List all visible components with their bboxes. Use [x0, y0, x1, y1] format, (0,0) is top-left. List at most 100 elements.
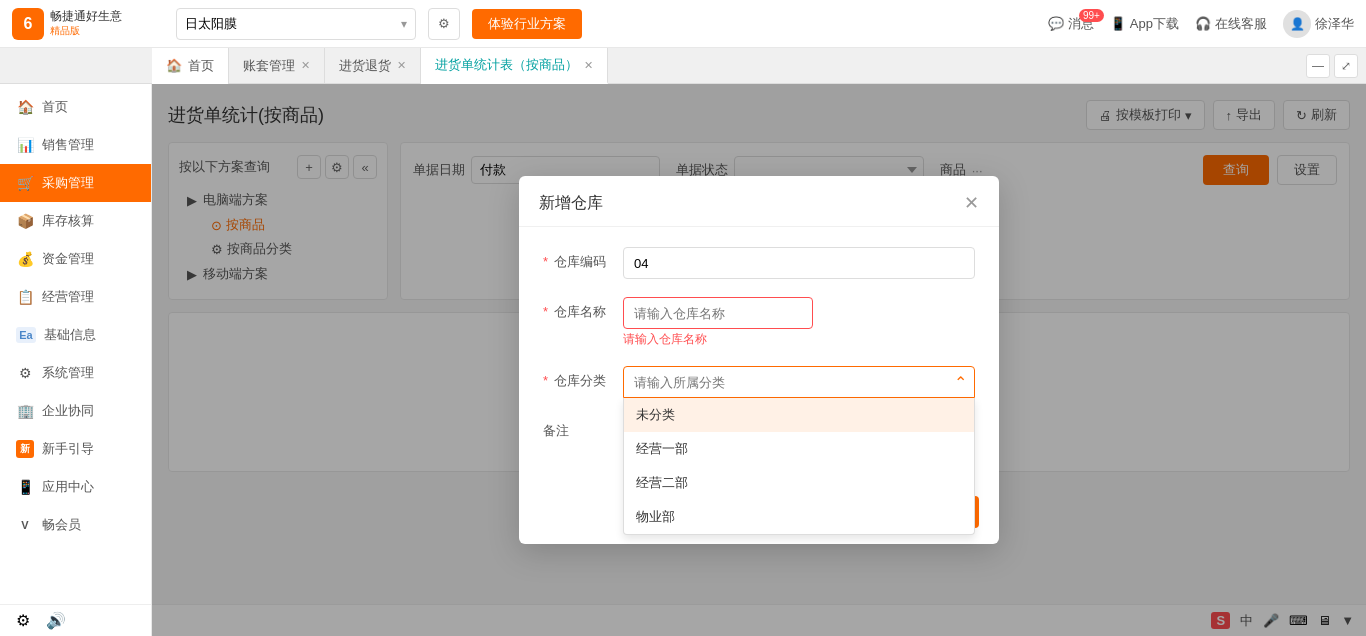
sidebar-item-purchase[interactable]: 🛒 采购管理 — [0, 164, 151, 202]
gear-button[interactable]: ⚙ — [428, 8, 460, 40]
app-icon: 📱 — [16, 478, 34, 496]
sidebar-item-basic[interactable]: Ea 基础信息 — [0, 316, 151, 354]
code-row: * 仓库编码 — [543, 247, 975, 279]
category-input[interactable] — [623, 366, 975, 398]
name-input[interactable] — [623, 297, 813, 329]
search-input[interactable] — [185, 16, 397, 31]
sidebar-item-sales[interactable]: 📊 销售管理 — [0, 126, 151, 164]
user-profile-button[interactable]: 👤 徐泽华 — [1283, 10, 1354, 38]
top-bar: 6 畅捷通好生意 精品版 ▾ ⚙ 体验行业方案 💬 消息 99+ 📱 App下载… — [0, 0, 1366, 48]
sidebar: 🏠 首页 📊 销售管理 🛒 采购管理 📦 库存核算 💰 资金管理 📋 经营管理 … — [0, 84, 152, 636]
finance-icon: 💰 — [16, 250, 34, 268]
dropdown-item-uncategorized[interactable]: 未分类 — [624, 398, 974, 432]
logo-name: 畅捷通好生意 — [50, 9, 122, 25]
home-icon: 🏠 — [166, 58, 182, 73]
sidebar-basic-label: 基础信息 — [44, 326, 96, 344]
headset-icon: 🎧 — [1195, 16, 1211, 31]
message-icon: 💬 — [1048, 16, 1064, 31]
tab-account-close[interactable]: ✕ — [301, 59, 310, 72]
modal-close-button[interactable]: ✕ — [964, 192, 979, 214]
online-service-button[interactable]: 🎧 在线客服 — [1195, 15, 1267, 33]
modal-overlay: 新增仓库 ✕ * 仓库编码 * — [152, 84, 1366, 636]
search-area[interactable]: ▾ — [176, 8, 416, 40]
logo-area: 6 畅捷通好生意 精品版 — [12, 8, 164, 40]
sidebar-item-operation[interactable]: 📋 经营管理 — [0, 278, 151, 316]
name-row: * 仓库名称 请输入仓库名称 — [543, 297, 975, 348]
content-right: 进货单统计(按商品) 🖨 按模板打印 ▾ ↑ 导出 ↻ 刷新 — [152, 84, 1366, 636]
mobile-icon: 📱 — [1110, 16, 1126, 31]
app-download-button[interactable]: 📱 App下载 — [1110, 15, 1179, 33]
sidebar-home-label: 首页 — [42, 98, 68, 116]
category-row: * 仓库分类 ⌃ 未分类 经营一部 经营二部 物业部 — [543, 366, 975, 398]
sidebar-purchase-label: 采购管理 — [42, 174, 94, 192]
tab-account[interactable]: 账套管理 ✕ — [229, 48, 325, 84]
code-label: * 仓库编码 — [543, 247, 623, 271]
home-sidebar-icon: 🏠 — [16, 98, 34, 116]
main-layout: 🏠 首页 📊 销售管理 🛒 采购管理 📦 库存核算 💰 资金管理 📋 经营管理 … — [0, 84, 1366, 636]
new-warehouse-modal: 新增仓库 ✕ * 仓库编码 * — [519, 176, 999, 544]
tab-actions: — ⤢ — [1306, 54, 1366, 78]
sidebar-item-guide[interactable]: 新 新手引导 — [0, 430, 151, 468]
member-icon: V — [16, 516, 34, 534]
tab-home[interactable]: 🏠 首页 — [152, 48, 229, 84]
modal-body: * 仓库编码 * 仓库名称 请输入仓库名称 — [519, 227, 999, 486]
tab-minimize-button[interactable]: — — [1306, 54, 1330, 78]
message-badge: 99+ — [1079, 9, 1104, 22]
purchase-icon: 🛒 — [16, 174, 34, 192]
sidebar-enterprise-label: 企业协同 — [42, 402, 94, 420]
tab-purchase-return-label: 进货退货 — [339, 57, 391, 75]
tab-home-label: 首页 — [188, 57, 214, 75]
app-download-label: App下载 — [1130, 15, 1179, 33]
sidebar-item-inventory[interactable]: 📦 库存核算 — [0, 202, 151, 240]
code-input[interactable] — [623, 247, 975, 279]
avatar: 👤 — [1283, 10, 1311, 38]
tab-purchase-return[interactable]: 进货退货 ✕ — [325, 48, 421, 84]
sidebar-item-member[interactable]: V 畅会员 — [0, 506, 151, 544]
tab-purchase-stat[interactable]: 进货单统计表（按商品） ✕ — [421, 48, 608, 84]
operation-icon: 📋 — [16, 288, 34, 306]
tab-purchase-return-close[interactable]: ✕ — [397, 59, 406, 72]
chevron-down-icon: ▾ — [401, 17, 407, 31]
dropdown-item-ops2[interactable]: 经营二部 — [624, 466, 974, 500]
username-label: 徐泽华 — [1315, 15, 1354, 33]
inventory-icon: 📦 — [16, 212, 34, 230]
sidebar-app-label: 应用中心 — [42, 478, 94, 496]
sidebar-operation-label: 经营管理 — [42, 288, 94, 306]
message-button[interactable]: 💬 消息 99+ — [1048, 15, 1094, 33]
sidebar-settings-icon[interactable]: ⚙ — [16, 611, 30, 630]
sidebar-item-finance[interactable]: 💰 资金管理 — [0, 240, 151, 278]
sidebar-inventory-label: 库存核算 — [42, 212, 94, 230]
sidebar-item-app[interactable]: 📱 应用中心 — [0, 468, 151, 506]
dropdown-item-ops1[interactable]: 经营一部 — [624, 432, 974, 466]
notes-label: 备注 — [543, 416, 623, 440]
modal-header: 新增仓库 ✕ — [519, 176, 999, 227]
tab-purchase-stat-close[interactable]: ✕ — [584, 59, 593, 72]
trial-button[interactable]: 体验行业方案 — [472, 9, 582, 39]
sidebar-volume-icon[interactable]: 🔊 — [46, 611, 66, 630]
tab-purchase-stat-label: 进货单统计表（按商品） — [435, 56, 578, 74]
sidebar-sales-label: 销售管理 — [42, 136, 94, 154]
sidebar-finance-label: 资金管理 — [42, 250, 94, 268]
name-field-wrap: 请输入仓库名称 — [623, 297, 975, 348]
required-star: * — [543, 254, 548, 269]
logo-icon: 6 — [12, 8, 44, 40]
sidebar-item-home[interactable]: 🏠 首页 — [0, 88, 151, 126]
name-error-msg: 请输入仓库名称 — [623, 331, 975, 348]
sidebar-system-label: 系统管理 — [42, 364, 94, 382]
category-select-wrap: ⌃ 未分类 经营一部 经营二部 物业部 — [623, 366, 975, 398]
tab-bar: 🏠 首页 账套管理 ✕ 进货退货 ✕ 进货单统计表（按商品） ✕ — ⤢ — [0, 48, 1366, 84]
sidebar-item-enterprise[interactable]: 🏢 企业协同 — [0, 392, 151, 430]
sidebar-member-label: 畅会员 — [42, 516, 81, 534]
system-icon: ⚙ — [16, 364, 34, 382]
tab-expand-button[interactable]: ⤢ — [1334, 54, 1358, 78]
dropdown-item-property[interactable]: 物业部 — [624, 500, 974, 534]
guide-icon: 新 — [16, 440, 34, 458]
sales-icon: 📊 — [16, 136, 34, 154]
sidebar-item-system[interactable]: ⚙ 系统管理 — [0, 354, 151, 392]
online-service-label: 在线客服 — [1215, 15, 1267, 33]
category-arrow-icon[interactable]: ⌃ — [954, 373, 967, 392]
logo-badge: 精品版 — [50, 24, 122, 38]
category-label: * 仓库分类 — [543, 366, 623, 390]
basic-icon: Ea — [16, 327, 36, 343]
tab-account-label: 账套管理 — [243, 57, 295, 75]
